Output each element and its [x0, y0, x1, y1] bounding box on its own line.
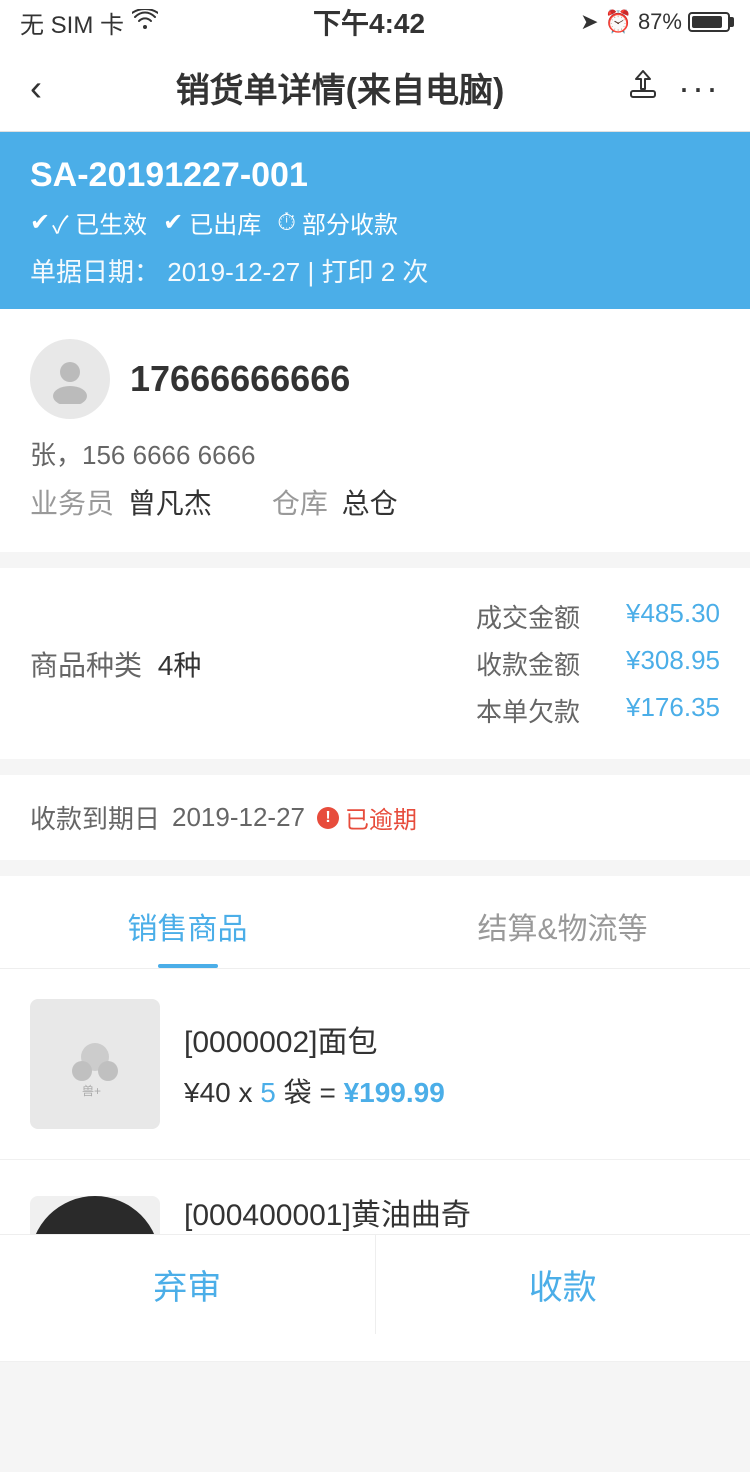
order-date: 单据日期： 2019-12-27 | 打印 2 次 [30, 252, 720, 289]
overdue-text: 已逾期 [345, 800, 417, 835]
status-left: 无 SIM 卡 [20, 5, 158, 40]
nav-bar: ‹ 销货单详情(来自电脑) ··· [0, 44, 750, 132]
battery-percent: 87% [638, 9, 682, 35]
tab-settlement[interactable]: 结算&物流等 [375, 876, 750, 968]
list-item: 兽+ [0000002]面包 ¥40 x 5 袋 = ¥199.99 [0, 969, 750, 1160]
amount-section: 商品种类 4种 成交金额 ¥485.30 收款金额 ¥308.95 本单欠款 ¥… [0, 568, 750, 759]
cancel-review-button[interactable]: 弃审 [0, 1235, 376, 1334]
product-name-1: [0000002]面包 [184, 1017, 720, 1061]
product-count: 商品种类 4种 [30, 644, 201, 684]
avatar [30, 339, 110, 419]
due-date-label: 收款到期日 [30, 799, 160, 836]
badge-partial: ⏱ 部分收款 [277, 205, 398, 240]
carrier-label: 无 SIM 卡 [20, 5, 124, 40]
deal-amount-row: 成交金额 ¥485.30 [476, 598, 720, 635]
amounts-list: 成交金额 ¥485.30 收款金额 ¥308.95 本单欠款 ¥176.35 [476, 598, 720, 729]
order-badges: ✔ ✓ 已生效 ✔ 已出库 ⏱ 部分收款 [30, 205, 720, 240]
svg-text:兽+: 兽+ [82, 1084, 101, 1098]
wifi-icon [132, 8, 158, 36]
customer-section: 17666666666 张，156 6666 6666 业务员 曾凡杰 仓库 总… [0, 309, 750, 552]
badge-shipped: ✔ 已出库 [163, 205, 261, 240]
product-name-2: [000400001]黄油曲奇 [184, 1190, 720, 1234]
collect-button[interactable]: 收款 [376, 1235, 750, 1334]
alarm-icon: ⏰ [605, 9, 632, 35]
product-info-1: [0000002]面包 ¥40 x 5 袋 = ¥199.99 [184, 1017, 720, 1111]
staff-info: 业务员 曾凡杰 [30, 482, 212, 522]
warehouse-info: 仓库 总仓 [272, 482, 398, 522]
page-title: 销货单详情(来自电脑) [52, 63, 628, 112]
received-row: 收款金额 ¥308.95 [476, 645, 720, 682]
order-number: SA-20191227-001 [30, 156, 720, 195]
overdue-badge: ! 已逾期 [317, 800, 417, 835]
due-date-value: 2019-12-27 [172, 802, 305, 833]
customer-phone: 张，156 6666 6666 [30, 435, 720, 472]
status-right: ➤ ⏰ 87% [580, 9, 730, 35]
due-date-section: 收款到期日 2019-12-27 ! 已逾期 [0, 775, 750, 860]
order-header: SA-20191227-001 ✔ ✓ 已生效 ✔ 已出库 ⏱ 部分收款 单据日… [0, 132, 750, 309]
customer-meta: 业务员 曾凡杰 仓库 总仓 [30, 482, 720, 522]
overdue-icon: ! [317, 807, 339, 829]
tabs: 销售商品 结算&物流等 [0, 876, 750, 969]
location-icon: ➤ [580, 9, 598, 35]
clock-icon: ⏱ [277, 209, 296, 237]
bottom-bar: 弃审 收款 [0, 1234, 750, 1334]
time-label: 下午4:42 [313, 2, 425, 42]
debt-row: 本单欠款 ¥176.35 [476, 692, 720, 729]
check-icon-2: ✔ [163, 208, 183, 237]
status-bar: 无 SIM 卡 下午4:42 ➤ ⏰ 87% [0, 0, 750, 44]
check-icon-1: ✔ [30, 208, 50, 237]
tab-products[interactable]: 销售商品 [0, 876, 375, 968]
nav-actions: ··· [628, 67, 720, 109]
product-price-1: ¥40 x 5 袋 = ¥199.99 [184, 1071, 720, 1111]
back-button[interactable]: ‹ [30, 57, 52, 119]
share-button[interactable] [628, 69, 658, 107]
customer-name: 17666666666 [130, 358, 350, 400]
product-image-1: 兽+ [30, 999, 160, 1129]
battery-icon [688, 12, 730, 32]
badge-effective: ✔ ✓ 已生效 [30, 205, 147, 240]
more-button[interactable]: ··· [678, 67, 720, 109]
customer-top: 17666666666 [30, 339, 720, 419]
